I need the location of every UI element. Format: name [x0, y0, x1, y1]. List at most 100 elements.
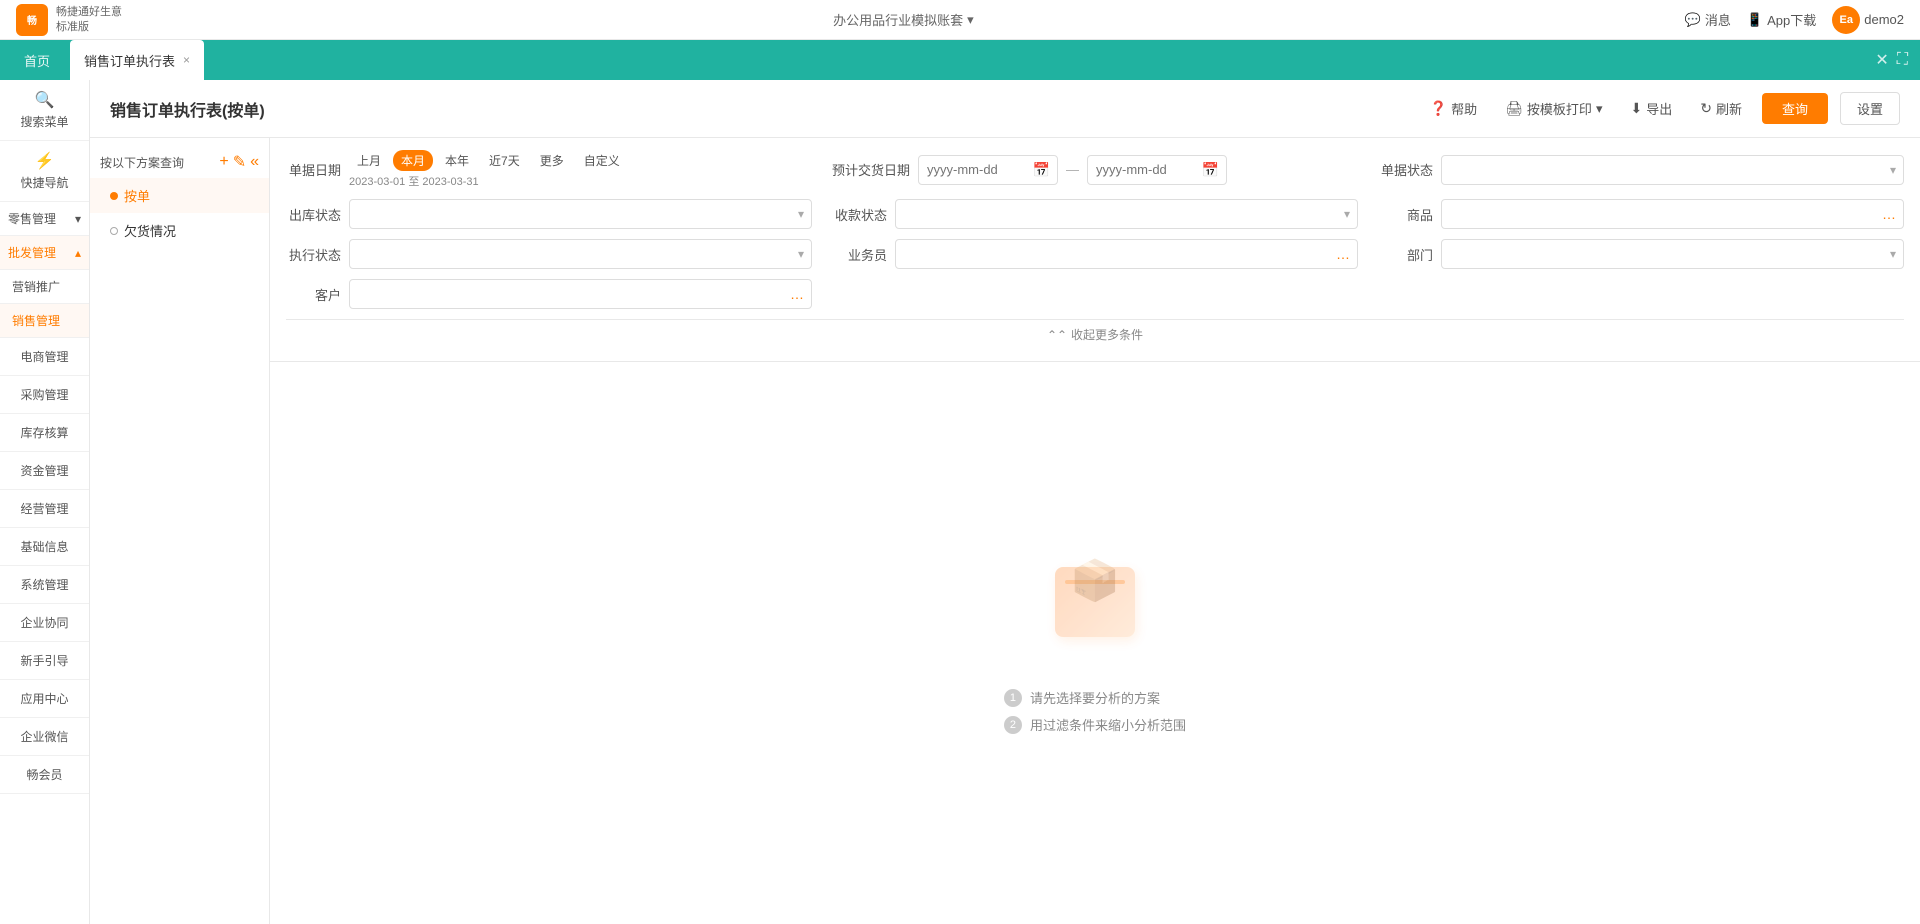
brand-area: 畅 畅捷通好生意 标准版 [16, 4, 122, 36]
sidebar-item-enterprise[interactable]: 企业协同 [0, 604, 89, 642]
scheme-by-order[interactable]: 按单 [90, 178, 269, 213]
scheme-shortage[interactable]: 欠货情况 [90, 213, 269, 248]
sidebar-item-quick-nav[interactable]: ⚡ 快捷导航 [0, 141, 89, 202]
message-label: 消息 [1705, 10, 1731, 29]
help-button[interactable]: ❓ 帮助 [1422, 95, 1485, 122]
sidebar-item-label: 搜索菜单 [20, 113, 68, 130]
expected-date-end-input[interactable] [1087, 155, 1227, 185]
goods-dots-icon[interactable]: … [1882, 206, 1896, 222]
query-button[interactable]: 查询 [1762, 93, 1828, 124]
status-control: ▾ [1441, 155, 1904, 185]
date-row: 上月 本月 本年 近7天 更多 自定义 [349, 150, 812, 171]
sidebar-item-app-center[interactable]: 应用中心 [0, 680, 89, 718]
sidebar-app-center-label: 应用中心 [20, 690, 68, 707]
date-tab-custom[interactable]: 自定义 [576, 150, 628, 171]
sidebar-item-inventory[interactable]: 库存核算 [0, 414, 89, 452]
sidebar-item-wholesale[interactable]: 批发管理 ▴ [0, 236, 89, 270]
date-filter-label: 单据日期 [286, 160, 341, 179]
tab-minimize-icon[interactable]: ✕ [1875, 50, 1888, 70]
right-panel: 单据日期 上月 本月 本年 近7天 更多 自定义 [270, 138, 1920, 924]
exec-status-select[interactable] [349, 239, 812, 269]
sidebar-item-operations[interactable]: 经营管理 [0, 490, 89, 528]
breadcrumb: 办公用品行业模拟账套 ▾ [833, 10, 974, 29]
goods-input[interactable] [1441, 199, 1904, 229]
collapse-label: 收起更多条件 [1071, 326, 1143, 343]
sidebar-retail-label: 零售管理 [8, 210, 56, 227]
empty-box-icon: 📦 [1070, 557, 1120, 604]
refresh-button[interactable]: ↻ 刷新 [1692, 95, 1750, 122]
brand-text: 畅捷通好生意 标准版 [56, 5, 122, 34]
date-tab-this-year[interactable]: 本年 [437, 150, 477, 171]
app-icon: 📱 [1747, 12, 1763, 28]
sidebar-item-label: 快捷导航 [20, 174, 68, 191]
delivery-status-select[interactable] [349, 199, 812, 229]
date-tab-last-month[interactable]: 上月 [349, 150, 389, 171]
sidebar-item-new-user[interactable]: 新手引导 [0, 642, 89, 680]
app-download-label: App下载 [1767, 10, 1816, 29]
delivery-status-cell: 出库状态 ▾ [286, 199, 812, 229]
sidebar-item-basic-info[interactable]: 基础信息 [0, 528, 89, 566]
help-label: 帮助 [1451, 99, 1477, 118]
top-bar: 畅 畅捷通好生意 标准版 办公用品行业模拟账套 ▾ 💬 消息 📱 App下载 E… [0, 0, 1920, 40]
sidebar-wholesale-arrow: ▴ [75, 246, 81, 260]
settings-button[interactable]: 设置 [1840, 92, 1900, 125]
sidebar-item-search[interactable]: 🔍 搜索菜单 [0, 80, 89, 141]
main-layout: 🔍 搜索菜单 ⚡ 快捷导航 零售管理 ▾ 批发管理 ▴ 营销推广 销售管理 电商… [0, 80, 1920, 924]
page-header-actions: ❓ 帮助 🖨 按模板打印 ▾ ⬇ 导出 ↻ 刷新 查询 设置 [1422, 92, 1900, 125]
sidebar-new-user-label: 新手引导 [20, 652, 68, 669]
user-avatar-nav[interactable]: Ea demo2 [1832, 6, 1904, 34]
receipt-status-cell: 收款状态 ▾ [832, 199, 1358, 229]
collapse-bar[interactable]: ⌃⌃ 收起更多条件 [286, 319, 1904, 349]
date-tab-7-days[interactable]: 近7天 [481, 150, 528, 171]
receipt-status-select[interactable] [895, 199, 1358, 229]
tab-bar: 首页 销售订单执行表 × ✕ ⛶ [0, 40, 1920, 80]
sidebar-item-retail[interactable]: 零售管理 ▾ [0, 202, 89, 236]
avatar: Ea [1832, 6, 1860, 34]
sidebar-item-finance[interactable]: 资金管理 [0, 452, 89, 490]
date-tab-more[interactable]: 更多 [532, 150, 572, 171]
tab-close-icon[interactable]: × [183, 53, 190, 67]
message-icon: 💬 [1685, 12, 1701, 28]
salesperson-input[interactable] [895, 239, 1358, 269]
tab-home[interactable]: 首页 [8, 40, 66, 80]
customer-input[interactable] [349, 279, 812, 309]
salesperson-dots-icon[interactable]: … [1336, 246, 1350, 262]
dept-control: ▾ [1441, 239, 1904, 269]
sidebar-item-system[interactable]: 系统管理 [0, 566, 89, 604]
sidebar-marketing-label: 营销推广 [12, 278, 60, 295]
customer-control: … [349, 279, 812, 309]
print-button[interactable]: 🖨 按模板打印 ▾ [1497, 95, 1610, 122]
sidebar-sub-sales[interactable]: 销售管理 [0, 304, 89, 338]
add-scheme-button[interactable]: + [219, 153, 228, 171]
date-filter-cell: 单据日期 上月 本月 本年 近7天 更多 自定义 [286, 150, 812, 189]
tab-sales-order[interactable]: 销售订单执行表 × [70, 40, 204, 80]
edit-scheme-button[interactable]: ✎ [233, 152, 246, 172]
export-button[interactable]: ⬇ 导出 [1622, 95, 1680, 122]
left-panel-header: 按以下方案查询 + ✎ « [90, 146, 269, 178]
expected-date-label: 预计交货日期 [832, 160, 910, 179]
sidebar-sub-marketing[interactable]: 营销推广 [0, 270, 89, 304]
status-select[interactable] [1441, 155, 1904, 185]
breadcrumb-label[interactable]: 办公用品行业模拟账套 [833, 10, 963, 29]
customer-cell: 客户 … [286, 279, 812, 309]
sidebar-item-purchase[interactable]: 采购管理 [0, 376, 89, 414]
breadcrumb-dropdown-icon[interactable]: ▾ [967, 12, 974, 28]
expected-date-filter-cell: 预计交货日期 📅 — [832, 150, 1358, 189]
exec-status-cell: 执行状态 ▾ [286, 239, 812, 269]
sidebar-wechat-label: 企业微信 [20, 728, 68, 745]
expected-date-start-input[interactable] [918, 155, 1058, 185]
app-download-nav-item[interactable]: 📱 App下载 [1747, 10, 1816, 29]
dept-select[interactable] [1441, 239, 1904, 269]
collapse-panel-button[interactable]: « [250, 153, 259, 171]
sidebar-item-member[interactable]: 畅会员 [0, 756, 89, 794]
date-range-text: 2023-03-01 至 2023-03-31 [349, 173, 812, 189]
customer-dots-icon[interactable]: … [790, 286, 804, 302]
sidebar-retail-arrow: ▾ [75, 212, 81, 226]
expected-date-control: 📅 — 📅 [918, 155, 1358, 185]
sidebar-item-ecommerce[interactable]: 电商管理 [0, 338, 89, 376]
exec-status-label: 执行状态 [286, 245, 341, 264]
message-nav-item[interactable]: 💬 消息 [1685, 10, 1731, 29]
tab-expand-icon[interactable]: ⛶ [1897, 51, 1908, 69]
sidebar-item-wechat[interactable]: 企业微信 [0, 718, 89, 756]
date-tab-this-month[interactable]: 本月 [393, 150, 433, 171]
